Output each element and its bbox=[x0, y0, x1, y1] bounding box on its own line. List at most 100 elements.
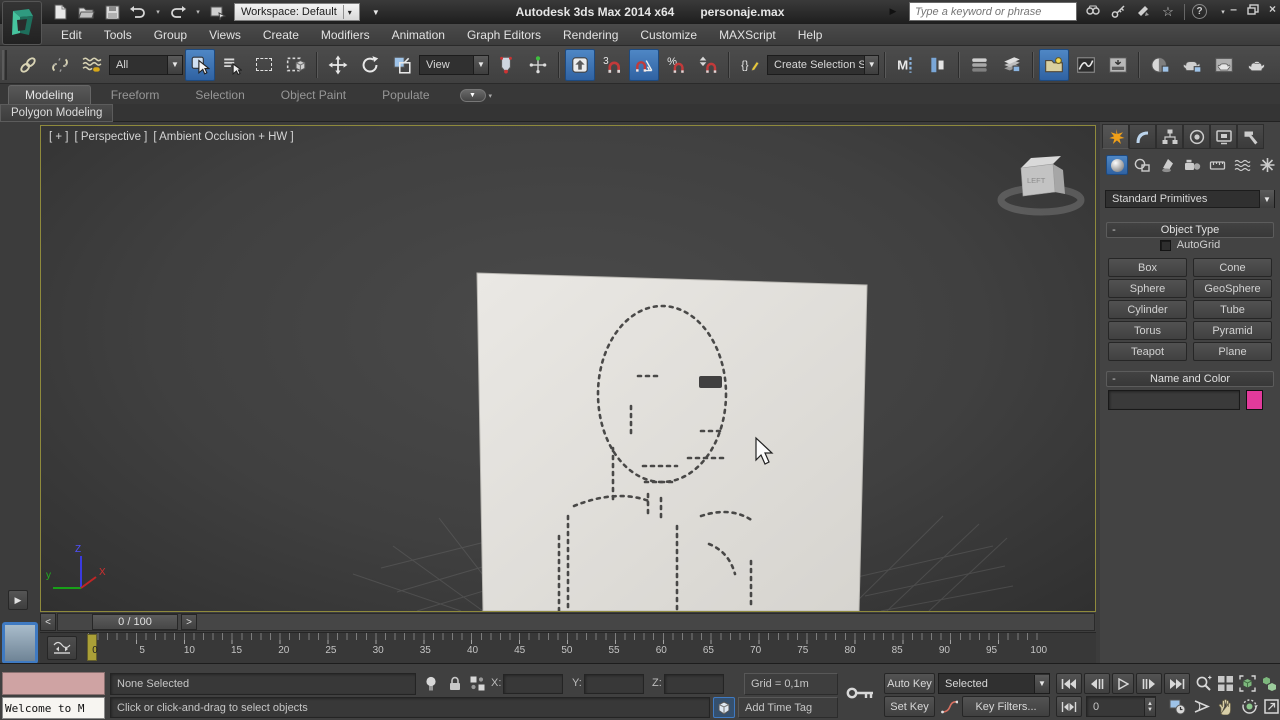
primitives-category-dropdown[interactable]: Standard Primitives ▼ bbox=[1105, 190, 1275, 208]
primitives-dropdown-arrow-icon[interactable]: ▼ bbox=[1259, 190, 1274, 208]
rendered-frame-window-button[interactable] bbox=[1209, 49, 1239, 81]
object-color-swatch[interactable] bbox=[1246, 390, 1263, 410]
viewport-general-menu[interactable]: [ + ] bbox=[49, 131, 69, 143]
named-selection-arrow-icon[interactable]: ▼ bbox=[864, 55, 878, 74]
category-geometry[interactable] bbox=[1106, 155, 1128, 175]
select-and-rotate-button[interactable] bbox=[355, 49, 385, 81]
select-and-scale-button[interactable] bbox=[387, 49, 417, 81]
key-mode-toggle[interactable] bbox=[1056, 696, 1082, 717]
menu-item[interactable]: Group bbox=[143, 24, 198, 46]
object-type-button[interactable]: Teapot bbox=[1108, 342, 1187, 361]
zoom-tool-icon[interactable] bbox=[1192, 673, 1214, 694]
viewcube-face-label[interactable]: LEFT bbox=[1027, 176, 1046, 185]
zoom-extents-all-icon[interactable] bbox=[1258, 673, 1280, 694]
open-file-icon[interactable] bbox=[76, 3, 96, 21]
orbit-view-icon[interactable] bbox=[1238, 696, 1260, 717]
search-input[interactable] bbox=[909, 2, 1077, 21]
search-flyout-arrow-icon[interactable]: ▶ bbox=[884, 3, 902, 21]
undo-dropdown-icon[interactable]: ▾ bbox=[154, 3, 162, 21]
layout-tabs-flyout-arrow[interactable]: ▶ bbox=[8, 590, 28, 610]
reference-coordinate-dropdown[interactable]: View ▼ bbox=[419, 54, 489, 75]
percent-snap-toggle[interactable]: % bbox=[661, 49, 691, 81]
absolute-mode-transform-toggle[interactable] bbox=[466, 673, 488, 694]
object-type-button[interactable]: GeoSphere bbox=[1193, 279, 1272, 298]
go-to-end-button[interactable] bbox=[1164, 673, 1190, 694]
selection-filter-dropdown[interactable]: All ▼ bbox=[109, 54, 183, 75]
object-type-button[interactable]: Sphere bbox=[1108, 279, 1187, 298]
spinner-snap-toggle[interactable] bbox=[693, 49, 723, 81]
workspace-dropdown[interactable]: Workspace: Default ▾ bbox=[234, 3, 360, 21]
help-icon[interactable]: ? bbox=[1192, 4, 1207, 19]
toolbar-drag-handle[interactable] bbox=[2, 49, 7, 80]
category-systems[interactable] bbox=[1256, 155, 1278, 175]
previous-frame-step-button[interactable] bbox=[1084, 673, 1110, 694]
name-color-rollout-header[interactable]: - Name and Color bbox=[1106, 371, 1274, 387]
layer-manager-button[interactable] bbox=[965, 49, 995, 81]
maxscript-listener-output[interactable]: Welcome to M bbox=[2, 697, 105, 719]
category-cameras[interactable] bbox=[1181, 155, 1203, 175]
object-type-rollout-header[interactable]: - Object Type bbox=[1106, 222, 1274, 238]
tab-modify[interactable] bbox=[1129, 124, 1156, 149]
ribbon-tab[interactable]: Freeform bbox=[95, 86, 176, 104]
current-frame-field[interactable]: 0 ▲ ▼ bbox=[1086, 696, 1156, 717]
isolate-selection-toggle[interactable] bbox=[420, 673, 442, 694]
help-dropdown-icon[interactable]: ▾ bbox=[1214, 3, 1232, 21]
reference-coordinate-arrow-icon[interactable]: ▼ bbox=[473, 55, 488, 74]
y-coordinate-field[interactable] bbox=[584, 674, 644, 694]
zoom-all-icon[interactable] bbox=[1214, 673, 1236, 694]
close-button[interactable]: × bbox=[1269, 2, 1276, 16]
snaps-toggle[interactable]: 3 bbox=[597, 49, 627, 81]
set-key-button[interactable]: Set Key bbox=[884, 696, 935, 717]
viewport-layout-tab[interactable] bbox=[2, 622, 38, 664]
workspace-switcher-icon[interactable] bbox=[208, 3, 228, 21]
bind-to-space-warp-icon[interactable] bbox=[77, 49, 107, 81]
polygon-modeling-panel-tab[interactable]: Polygon Modeling bbox=[0, 103, 114, 122]
use-pivot-point-button[interactable] bbox=[491, 49, 521, 81]
play-animation-button[interactable] bbox=[1112, 673, 1134, 694]
save-file-icon[interactable] bbox=[102, 3, 122, 21]
track-bar-ruler[interactable]: 0 5 10 15 20 25 30 35 40 45 50 55 60 65 70 75 80 85 90 95 10… bbox=[87, 633, 1047, 664]
workspace-dropdown-arrow-icon[interactable]: ▾ bbox=[342, 5, 356, 19]
new-file-icon[interactable] bbox=[50, 3, 70, 21]
ribbon-tab[interactable]: Modeling bbox=[8, 85, 91, 104]
undo-icon[interactable] bbox=[128, 3, 148, 21]
align-button[interactable] bbox=[923, 49, 953, 81]
adaptive-degradation-toggle[interactable] bbox=[713, 697, 735, 718]
edit-named-selection-sets-button[interactable]: {} bbox=[735, 49, 765, 81]
menu-item[interactable]: MAXScript bbox=[708, 24, 787, 46]
menu-item[interactable]: Rendering bbox=[552, 24, 629, 46]
zoom-extents-selected-icon[interactable] bbox=[1236, 673, 1258, 694]
menu-item[interactable]: Modifiers bbox=[310, 24, 381, 46]
keyboard-shortcut-override-toggle[interactable] bbox=[565, 48, 595, 81]
select-and-move-button[interactable] bbox=[323, 49, 353, 81]
unlink-selection-icon[interactable] bbox=[45, 49, 75, 81]
pan-view-icon[interactable] bbox=[1214, 696, 1236, 717]
viewport-shading-menu[interactable]: [ Ambient Occlusion + HW ] bbox=[153, 131, 293, 143]
scene-explorer-button[interactable] bbox=[1039, 48, 1069, 81]
frame-spinner[interactable]: ▲ ▼ bbox=[1144, 697, 1155, 716]
default-in-out-tangents-button[interactable] bbox=[938, 696, 960, 717]
material-editor-button[interactable] bbox=[1145, 49, 1175, 81]
time-slider-handle[interactable]: 0 / 100 bbox=[92, 614, 178, 630]
menu-item[interactable]: Views bbox=[198, 24, 252, 46]
render-production-button[interactable] bbox=[1241, 49, 1271, 81]
angle-snap-toggle[interactable] bbox=[629, 48, 659, 81]
go-to-start-button[interactable] bbox=[1056, 673, 1082, 694]
maxscript-listener-input[interactable] bbox=[2, 672, 105, 695]
ribbon-tab[interactable]: Object Paint bbox=[265, 86, 362, 104]
schematic-view-button[interactable] bbox=[1103, 49, 1133, 81]
search-icon[interactable] bbox=[1084, 3, 1102, 21]
mini-curve-editor-button[interactable] bbox=[47, 636, 77, 660]
menu-item[interactable]: Customize bbox=[629, 24, 708, 46]
select-by-name-button[interactable] bbox=[217, 49, 247, 81]
time-slider-track[interactable]: 0 / 100 > bbox=[57, 613, 1095, 631]
license-key-icon[interactable] bbox=[1109, 3, 1127, 21]
time-configuration-icon[interactable] bbox=[1166, 696, 1188, 717]
next-frame-button[interactable]: > bbox=[181, 614, 197, 630]
select-and-manipulate-button[interactable] bbox=[523, 49, 553, 81]
selection-filter-arrow-icon[interactable]: ▼ bbox=[167, 55, 182, 74]
key-filters-button[interactable]: Key Filters... bbox=[962, 696, 1050, 717]
perspective-viewport[interactable]: [ + ] [ Perspective ] [ Ambient Occlusio… bbox=[40, 125, 1096, 612]
key-filter-dropdown[interactable]: Selected ▼ bbox=[938, 673, 1050, 694]
object-type-button[interactable]: Cylinder bbox=[1108, 300, 1187, 319]
